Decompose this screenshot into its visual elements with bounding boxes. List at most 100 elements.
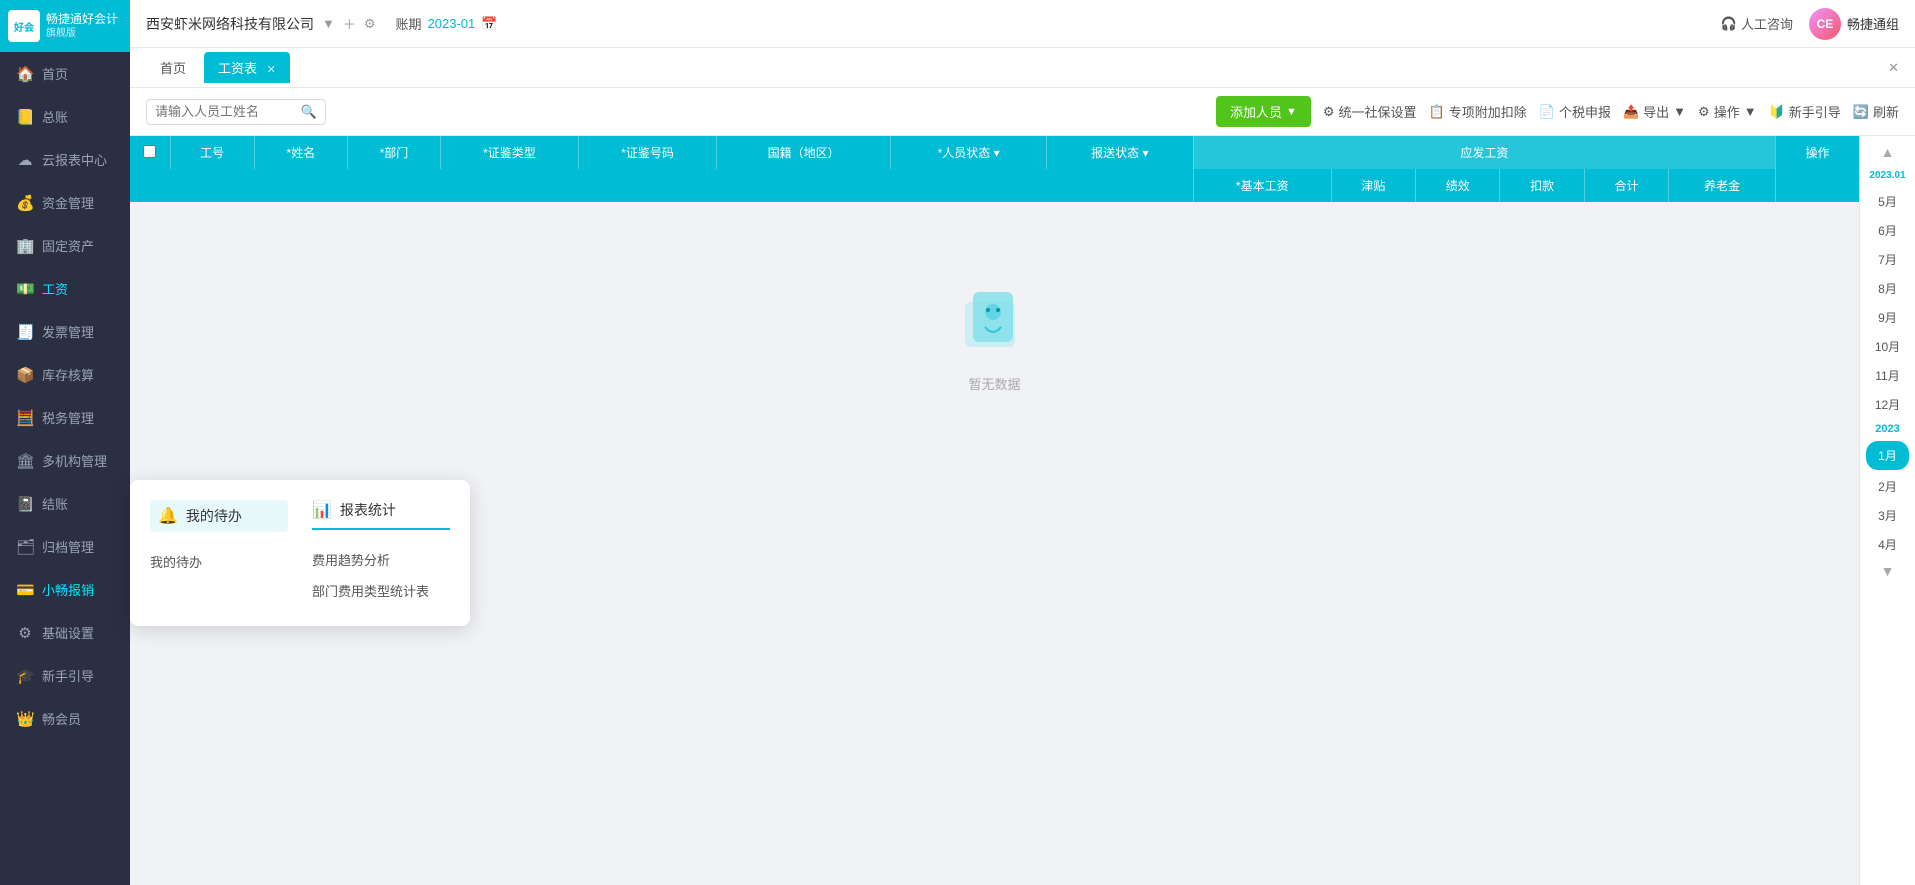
search-box[interactable]: 🔍 — [146, 99, 326, 125]
sidebar-label-10: 结账 — [42, 494, 68, 513]
sidebar-item-6[interactable]: 🧾发票管理 — [0, 310, 130, 353]
th-deduction: 扣款 — [1500, 169, 1584, 202]
sidebar-item-8[interactable]: 🧮税务管理 — [0, 396, 130, 439]
empty-state: 暂无数据 — [130, 202, 1859, 473]
sidebar-item-2[interactable]: ☁云报表中心 — [0, 138, 130, 181]
month-2[interactable]: 2月 — [1860, 472, 1915, 501]
sidebar-label-12: 小畅报销 — [42, 580, 94, 599]
popup-item-cost-trend[interactable]: 费用趋势分析 — [312, 544, 450, 575]
close-all-btn[interactable]: ✕ — [1888, 60, 1899, 76]
headset-icon: 🎧 — [1721, 16, 1737, 32]
month-12[interactable]: 12月 — [1860, 390, 1915, 419]
sidebar-label-4: 固定资产 — [42, 236, 94, 255]
sidebar-label-15: 畅会员 — [42, 709, 81, 728]
th-base-salary: *基本工资 — [1193, 169, 1331, 202]
sidebar-item-15[interactable]: 👑畅会员 — [0, 697, 130, 740]
popup-section-todo-title[interactable]: 🔔 我的待办 — [150, 500, 288, 532]
th-allowance: 津贴 — [1331, 169, 1415, 202]
sidebar-item-13[interactable]: ⚙基础设置 — [0, 611, 130, 654]
logo-icon: 好会 — [8, 10, 40, 42]
sidebar-icon-3: 💰 — [16, 194, 34, 212]
sidebar-icon-11: 🗂 — [16, 538, 34, 556]
sidebar-item-5[interactable]: 💵工资 — [0, 267, 130, 310]
settings-icon[interactable]: ⚙ — [364, 16, 376, 32]
month-8[interactable]: 8月 — [1860, 274, 1915, 303]
header-actions: 🎧 人工咨询 CE 畅捷通组 — [1721, 8, 1899, 40]
th-checkbox[interactable] — [130, 136, 170, 169]
refresh-btn[interactable]: 🔄 刷新 — [1853, 102, 1899, 121]
add-company-btn[interactable]: ＋ — [343, 14, 356, 33]
guide-icon: 🔰 — [1769, 104, 1785, 120]
month-11[interactable]: 11月 — [1860, 361, 1915, 390]
calendar-icon[interactable]: 📅 — [481, 16, 497, 32]
search-input[interactable] — [155, 104, 295, 119]
sidebar-item-1[interactable]: 📒总账 — [0, 95, 130, 138]
sidebar-item-14[interactable]: 🎓新手引导 — [0, 654, 130, 697]
month-7[interactable]: 7月 — [1860, 245, 1915, 274]
social-insurance-icon: ⚙ — [1323, 104, 1335, 120]
sidebar-icon-2: ☁ — [16, 151, 34, 169]
month-1-active[interactable]: 1月 — [1866, 441, 1909, 470]
ops-btn[interactable]: ⚙ 操作 ▼ — [1698, 102, 1757, 121]
popup-section-reports-title[interactable]: 📊 报表统计 — [312, 500, 450, 530]
guide-btn[interactable]: 🔰 新手引导 — [1769, 102, 1841, 121]
th-employee-id: 工号 — [170, 136, 254, 169]
sidebar-icon-12: 💳 — [16, 581, 34, 599]
sidebar-item-3[interactable]: 💰资金管理 — [0, 181, 130, 224]
sidebar-item-11[interactable]: 🗂归档管理 — [0, 525, 130, 568]
th-salary-group: 应发工资 — [1193, 136, 1775, 169]
popup-item-dept-cost[interactable]: 部门费用类型统计表 — [312, 575, 450, 606]
social-insurance-btn[interactable]: ⚙ 统一社保设置 — [1323, 102, 1417, 121]
sidebar-nav: 🏠首页📒总账☁云报表中心💰资金管理🏢固定资产💵工资🧾发票管理 📦 库存核算 🧮税务管理… — [0, 52, 130, 885]
th-name: *姓名 — [254, 136, 347, 169]
search-icon: 🔍 — [301, 104, 317, 120]
sidebar-icon-14: 🎓 — [16, 667, 34, 685]
main-content: 西安虾米网络科技有限公司 ▼ ＋ ⚙ 账期 2023-01 📅 🎧 人工咨询 C… — [130, 0, 1915, 885]
sidebar-item-4[interactable]: 🏢固定资产 — [0, 224, 130, 267]
month-10[interactable]: 10月 — [1860, 332, 1915, 361]
month-panel: ▲ 2023.01 5月 6月 7月 8月 9月 10月 11月 12月 202… — [1859, 136, 1915, 885]
tab-home[interactable]: 首页 — [146, 52, 200, 83]
tab-close-icon[interactable]: ✕ — [267, 64, 276, 76]
salary-table: 工号 *姓名 *部门 *证鉴类型 *证鉴号码 国籍（地区） *人员状态 ▾ 报送… — [130, 136, 1859, 473]
sidebar-item-7[interactable]: 📦 库存核算 — [0, 353, 130, 396]
sidebar-item-0[interactable]: 🏠首页 — [0, 52, 130, 95]
month-nav-down[interactable]: ▼ — [1877, 559, 1899, 583]
dropdown-arrow-icon: ▼ — [1286, 106, 1297, 118]
sidebar-icon-0: 🏠 — [16, 65, 34, 83]
month-6[interactable]: 6月 — [1860, 216, 1915, 245]
sidebar-icon-10: 📓 — [16, 495, 34, 513]
export-arrow-icon: ▼ — [1673, 104, 1686, 119]
refresh-icon: 🔄 — [1853, 104, 1869, 120]
popup-section-reports: 📊 报表统计 费用趋势分析 部门费用类型统计表 — [312, 500, 450, 606]
sidebar-logo: 好会 畅捷通好会计 旗舰版 — [0, 0, 130, 52]
export-btn[interactable]: 📤 导出 ▼ — [1623, 102, 1686, 121]
tax-icon: 📄 — [1539, 104, 1555, 120]
service-btn[interactable]: 🎧 人工咨询 — [1721, 14, 1793, 33]
todo-icon: 🔔 — [158, 506, 178, 526]
sidebar-item-12[interactable]: 💳 小畅报销 — [0, 568, 130, 611]
year-2023-label: 2023 — [1875, 419, 1899, 439]
popup-item-my-todo[interactable]: 我的待办 — [150, 546, 288, 577]
sidebar-item-10[interactable]: 📓 结账 — [0, 482, 130, 525]
month-4[interactable]: 4月 — [1860, 530, 1915, 559]
sidebar-icon-8: 🧮 — [16, 409, 34, 427]
th-id-number: *证鉴号码 — [579, 136, 717, 169]
company-dropdown-icon[interactable]: ▼ — [322, 16, 335, 31]
empty-icon — [955, 282, 1035, 362]
tab-salary[interactable]: 工资表 ✕ — [204, 52, 290, 83]
special-deduction-btn[interactable]: 📋 专项附加扣除 — [1429, 102, 1527, 121]
add-person-btn[interactable]: 添加人员 ▼ — [1216, 96, 1311, 127]
tax-report-btn[interactable]: 📄 个税申报 — [1539, 102, 1611, 121]
sidebar-label-7: 库存核算 — [42, 365, 94, 384]
company-name: 西安虾米网络科技有限公司 — [146, 14, 314, 34]
sidebar-item-9[interactable]: 🏛多机构管理 — [0, 439, 130, 482]
month-5[interactable]: 5月 — [1860, 187, 1915, 216]
sidebar-label-1: 总账 — [42, 107, 68, 126]
sidebar-icon-7: 📦 — [16, 366, 34, 384]
th-report-status: 报送状态 ▾ — [1046, 136, 1193, 169]
month-nav-up[interactable]: ▲ — [1877, 140, 1899, 164]
month-3[interactable]: 3月 — [1860, 501, 1915, 530]
month-9[interactable]: 9月 — [1860, 303, 1915, 332]
select-all-checkbox[interactable] — [143, 145, 156, 158]
